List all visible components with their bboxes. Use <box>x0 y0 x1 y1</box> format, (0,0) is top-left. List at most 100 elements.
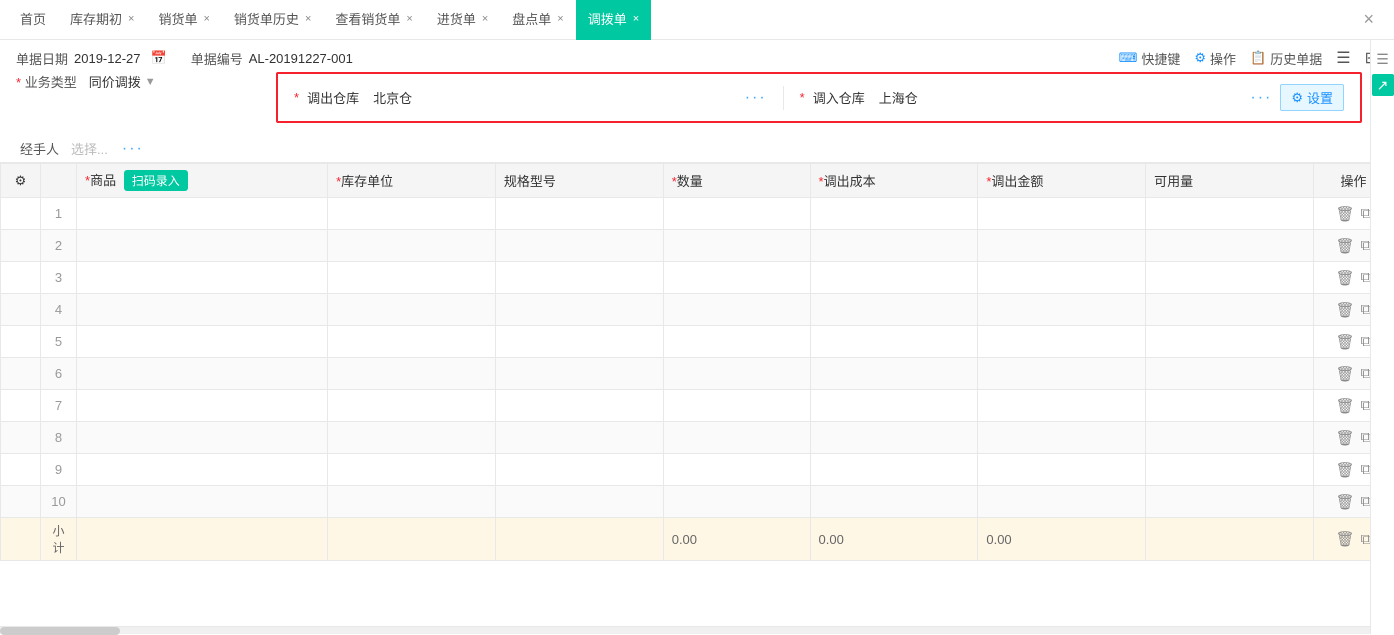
row-qty-cell[interactable] <box>663 486 810 518</box>
scan-input-btn[interactable]: 扫码录入 <box>124 170 188 191</box>
tab-home[interactable]: 首页 <box>8 0 58 40</box>
row-cost-cell[interactable] <box>810 262 978 294</box>
business-type-select[interactable]: 同价调拨 ▼ <box>89 72 209 91</box>
row-unit-cell[interactable] <box>328 454 496 486</box>
row-cost-cell[interactable] <box>810 230 978 262</box>
row-amount-cell[interactable] <box>978 230 1146 262</box>
row-product-cell[interactable] <box>77 326 328 358</box>
row-delete-icon[interactable]: 🗑 <box>1336 301 1355 319</box>
row-delete-icon[interactable]: 🗑 <box>1336 333 1355 351</box>
row-product-cell[interactable] <box>77 198 328 230</box>
row-delete-icon[interactable]: 🗑 <box>1336 461 1355 479</box>
tab-view-sales[interactable]: 查看销货单 × <box>323 0 424 40</box>
row-unit-cell[interactable] <box>328 294 496 326</box>
row-product-cell[interactable] <box>77 262 328 294</box>
layout-list-btn[interactable]: ☰ <box>1336 48 1350 68</box>
row-spec-cell[interactable] <box>495 454 663 486</box>
row-cost-cell[interactable] <box>810 326 978 358</box>
row-amount-cell[interactable] <box>978 486 1146 518</box>
tab-close-purchase-order[interactable]: × <box>482 13 488 25</box>
row-spec-cell[interactable] <box>495 230 663 262</box>
settings-button[interactable]: ⚙ 设置 <box>1280 84 1344 111</box>
row-amount-cell[interactable] <box>978 358 1146 390</box>
row-spec-cell[interactable] <box>495 198 663 230</box>
tab-sales-order[interactable]: 销货单 × <box>146 0 221 40</box>
row-spec-cell[interactable] <box>495 262 663 294</box>
row-spec-cell[interactable] <box>495 358 663 390</box>
tab-purchase-order[interactable]: 进货单 × <box>425 0 500 40</box>
warehouse-out-dots-btn[interactable]: ··· <box>745 89 767 107</box>
row-amount-cell[interactable] <box>978 326 1146 358</box>
row-delete-icon[interactable]: 🗑 <box>1336 205 1355 223</box>
row-spec-cell[interactable] <box>495 326 663 358</box>
handler-select[interactable]: 选择... <box>71 139 108 158</box>
subtotal-delete-icon[interactable]: 🗑 <box>1336 530 1355 548</box>
col-header-gear[interactable]: ⚙ <box>1 164 41 198</box>
row-amount-cell[interactable] <box>978 454 1146 486</box>
row-unit-cell[interactable] <box>328 198 496 230</box>
tab-close-view-sales[interactable]: × <box>406 13 412 25</box>
row-unit-cell[interactable] <box>328 390 496 422</box>
row-cost-cell[interactable] <box>810 198 978 230</box>
tab-close-stocktake[interactable]: × <box>557 13 563 25</box>
row-spec-cell[interactable] <box>495 422 663 454</box>
row-qty-cell[interactable] <box>663 422 810 454</box>
row-unit-cell[interactable] <box>328 358 496 390</box>
row-qty-cell[interactable] <box>663 198 810 230</box>
row-unit-cell[interactable] <box>328 422 496 454</box>
row-product-cell[interactable] <box>77 358 328 390</box>
row-cost-cell[interactable] <box>810 294 978 326</box>
row-delete-icon[interactable]: 🗑 <box>1336 493 1355 511</box>
row-cost-cell[interactable] <box>810 486 978 518</box>
row-amount-cell[interactable] <box>978 390 1146 422</box>
row-unit-cell[interactable] <box>328 486 496 518</box>
row-product-cell[interactable] <box>77 294 328 326</box>
sidebar-list-icon[interactable]: ☰ <box>1372 48 1394 70</box>
row-qty-cell[interactable] <box>663 326 810 358</box>
tab-stocktake[interactable]: 盘点单 × <box>500 0 575 40</box>
tab-close-inventory-init[interactable]: × <box>128 13 134 25</box>
row-unit-cell[interactable] <box>328 230 496 262</box>
horizontal-scrollbar[interactable] <box>0 626 1394 634</box>
row-product-cell[interactable] <box>77 230 328 262</box>
row-amount-cell[interactable] <box>978 294 1146 326</box>
row-amount-cell[interactable] <box>978 262 1146 294</box>
tab-inventory-init[interactable]: 库存期初 × <box>58 0 146 40</box>
row-cost-cell[interactable] <box>810 358 978 390</box>
row-delete-icon[interactable]: 🗑 <box>1336 237 1355 255</box>
history-btn[interactable]: 📋 历史单据 <box>1250 49 1322 68</box>
row-product-cell[interactable] <box>77 486 328 518</box>
row-delete-icon[interactable]: 🗑 <box>1336 269 1355 287</box>
row-unit-cell[interactable] <box>328 262 496 294</box>
row-qty-cell[interactable] <box>663 454 810 486</box>
sidebar-export-icon[interactable]: ↗ <box>1372 74 1394 96</box>
row-qty-cell[interactable] <box>663 390 810 422</box>
row-cost-cell[interactable] <box>810 390 978 422</box>
tab-close-sales-history[interactable]: × <box>305 13 311 25</box>
row-cost-cell[interactable] <box>810 422 978 454</box>
row-cost-cell[interactable] <box>810 454 978 486</box>
row-spec-cell[interactable] <box>495 390 663 422</box>
row-product-cell[interactable] <box>77 390 328 422</box>
row-product-cell[interactable] <box>77 454 328 486</box>
operation-btn[interactable]: ⚙ 操作 <box>1194 49 1236 68</box>
warehouse-in-value[interactable]: 上海仓 <box>879 88 918 107</box>
calendar-icon[interactable]: 📅 <box>151 50 167 66</box>
row-delete-icon[interactable]: 🗑 <box>1336 429 1355 447</box>
row-spec-cell[interactable] <box>495 294 663 326</box>
row-amount-cell[interactable] <box>978 198 1146 230</box>
tab-close-sales-order[interactable]: × <box>203 13 209 25</box>
tab-close-transfer[interactable]: × <box>633 13 639 25</box>
warehouse-in-dots-btn[interactable]: ··· <box>1250 89 1272 107</box>
row-delete-icon[interactable]: 🗑 <box>1336 397 1355 415</box>
row-product-cell[interactable] <box>77 422 328 454</box>
row-spec-cell[interactable] <box>495 486 663 518</box>
row-unit-cell[interactable] <box>328 326 496 358</box>
warehouse-out-value[interactable]: 北京仓 <box>373 88 412 107</box>
row-delete-icon[interactable]: 🗑 <box>1336 365 1355 383</box>
row-qty-cell[interactable] <box>663 358 810 390</box>
row-amount-cell[interactable] <box>978 422 1146 454</box>
row-qty-cell[interactable] <box>663 230 810 262</box>
doc-date-value[interactable]: 2019-12-27 <box>74 51 141 66</box>
tab-transfer[interactable]: 调拨单 × <box>576 0 651 40</box>
